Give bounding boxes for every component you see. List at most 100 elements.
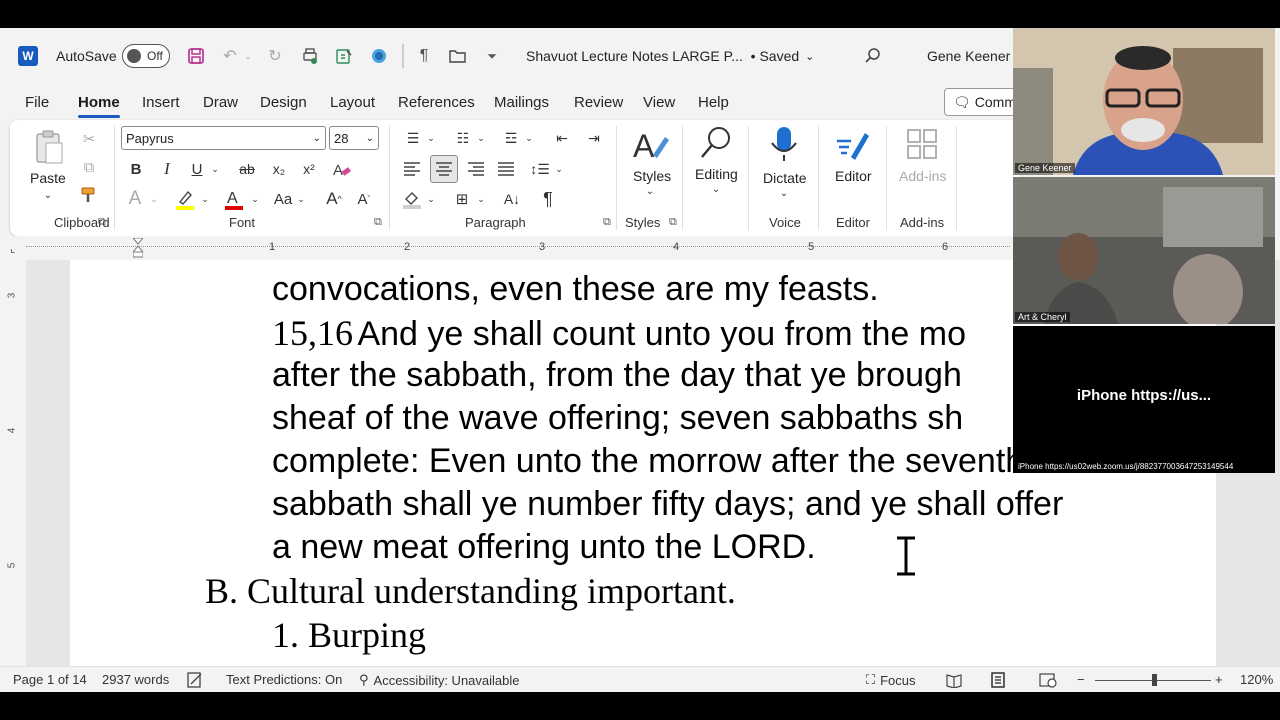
user-name[interactable]: Gene Keener (927, 28, 1010, 84)
zoom-out-icon[interactable]: − (1077, 672, 1085, 687)
bold-icon[interactable]: B (125, 157, 147, 181)
read-mode-icon[interactable] (946, 672, 962, 688)
accessibility-status[interactable]: ⚲ Accessibility: Unavailable (359, 672, 519, 688)
change-case-dropdown-icon[interactable]: ⌄ (296, 190, 306, 208)
italic-icon[interactable]: I (156, 157, 178, 181)
paragraph-marks-icon[interactable]: ¶ (536, 186, 560, 212)
text-effects-dropdown-icon[interactable]: ⌄ (149, 190, 159, 208)
underline-icon[interactable]: U (186, 157, 208, 181)
multilevel-dropdown-icon[interactable]: ⌄ (524, 129, 534, 147)
underline-dropdown-icon[interactable]: ⌄ (210, 160, 220, 178)
tab-mailings[interactable]: Mailings (494, 94, 549, 111)
proofing-icon[interactable] (187, 672, 203, 688)
vertical-ruler[interactable]: 3 4 5 (0, 260, 26, 666)
styles-icon[interactable]: A (630, 126, 672, 164)
clipboard-launcher-icon[interactable]: ⧉ (98, 216, 106, 229)
tab-draw[interactable]: Draw (203, 94, 238, 111)
zoom-slider-thumb[interactable] (1152, 674, 1157, 686)
bullets-dropdown-icon[interactable]: ⌄ (426, 129, 436, 147)
change-case-icon[interactable]: Aa (270, 186, 296, 212)
show-marks-icon[interactable]: ¶ (412, 44, 436, 68)
tab-review[interactable]: Review (574, 94, 623, 111)
styles-label[interactable]: Styles (633, 168, 671, 184)
editing-label[interactable]: Editing (695, 166, 738, 182)
paste-label[interactable]: Paste (30, 170, 66, 186)
video-tile-art-cheryl[interactable]: Art & Cheryl (1013, 177, 1275, 324)
subscript-icon[interactable]: x₂ (268, 157, 290, 181)
styles-launcher-icon[interactable]: ⧉ (669, 216, 677, 229)
video-tile-gene-keener[interactable]: Gene Keener (1013, 28, 1275, 175)
bullets-icon[interactable]: ☰ (400, 126, 426, 150)
open-folder-icon[interactable] (446, 44, 470, 68)
tab-selector-icon[interactable]: ⌞ (10, 242, 15, 255)
highlight-dropdown-icon[interactable]: ⌄ (200, 190, 210, 208)
tab-help[interactable]: Help (698, 94, 729, 111)
sort-icon[interactable]: A↓ (500, 186, 524, 212)
font-launcher-icon[interactable]: ⧉ (374, 216, 382, 229)
shading-icon[interactable] (400, 186, 424, 212)
zoom-level[interactable]: 120% (1240, 672, 1273, 687)
tab-layout[interactable]: Layout (330, 94, 375, 111)
copy-icon[interactable]: ⧉ (78, 156, 100, 178)
tab-file[interactable]: File (25, 94, 49, 111)
circle-addin-icon[interactable] (367, 44, 391, 68)
undo-dropdown-icon[interactable]: ⌄ (242, 44, 254, 68)
paste-dropdown-icon[interactable]: ⌄ (38, 188, 58, 202)
indent-marker-icon[interactable] (131, 237, 145, 258)
justify-icon[interactable] (494, 156, 518, 182)
undo-icon[interactable]: ↶ (218, 44, 242, 68)
paste-icon[interactable] (32, 128, 66, 166)
text-effects-icon[interactable]: A (123, 186, 147, 212)
editing-icon[interactable] (696, 124, 736, 162)
editing-dropdown-icon[interactable]: ⌄ (706, 182, 726, 196)
align-left-icon[interactable] (400, 156, 424, 182)
format-painter-icon[interactable] (78, 184, 100, 206)
numbering-icon[interactable]: ☷ (450, 126, 476, 150)
text-predictions-status[interactable]: Text Predictions: On (226, 672, 342, 687)
borders-icon[interactable]: ⊞ (450, 186, 474, 212)
line-spacing-icon[interactable]: ↕☰ (528, 156, 552, 182)
focus-button[interactable]: ⛶ Focus (866, 672, 916, 688)
dictate-label[interactable]: Dictate (763, 170, 807, 186)
borders-dropdown-icon[interactable]: ⌄ (476, 190, 486, 208)
decrease-indent-icon[interactable]: ⇤ (550, 126, 574, 150)
page-count[interactable]: Page 1 of 14 (13, 672, 87, 687)
align-center-icon[interactable] (430, 155, 458, 183)
tab-insert[interactable]: Insert (142, 94, 180, 111)
numbering-dropdown-icon[interactable]: ⌄ (476, 129, 486, 147)
print-layout-icon[interactable] (990, 672, 1006, 688)
video-tile-iphone[interactable]: iPhone https://us... iPhone https://us02… (1013, 326, 1275, 473)
tab-design[interactable]: Design (260, 94, 307, 111)
editor-icon[interactable] (832, 126, 872, 164)
autosave-toggle[interactable]: Off (122, 44, 170, 68)
editor-label[interactable]: Editor (835, 168, 872, 184)
print-preview-icon[interactable] (298, 44, 322, 68)
increase-indent-icon[interactable]: ⇥ (582, 126, 606, 150)
horizontal-ruler[interactable]: ⌞ 1 2 3 4 5 6 (0, 236, 1013, 260)
document-title[interactable]: Shavuot Lecture Notes LARGE P... • Saved… (526, 28, 814, 84)
styles-dropdown-icon[interactable]: ⌄ (640, 184, 660, 198)
highlight-icon[interactable] (173, 186, 197, 212)
paragraph-launcher-icon[interactable]: ⧉ (603, 216, 611, 229)
form-icon[interactable] (332, 44, 356, 68)
save-icon[interactable] (184, 44, 208, 68)
search-icon[interactable] (862, 44, 884, 68)
dictate-dropdown-icon[interactable]: ⌄ (774, 186, 794, 200)
multilevel-list-icon[interactable]: ☲ (498, 126, 524, 150)
shrink-font-icon[interactable]: Aˇ (352, 186, 376, 212)
font-name-combo[interactable]: Papyrus ⌄ (121, 126, 326, 150)
shading-dropdown-icon[interactable]: ⌄ (426, 190, 436, 208)
grow-font-icon[interactable]: A ^ (322, 186, 346, 212)
font-color-icon[interactable]: A (222, 186, 246, 212)
tab-home[interactable]: Home (78, 94, 120, 118)
zoom-in-icon[interactable]: + (1215, 672, 1223, 687)
addins-icon[interactable] (904, 126, 940, 162)
redo-icon[interactable]: ↻ (263, 44, 287, 68)
line-spacing-dropdown-icon[interactable]: ⌄ (554, 160, 564, 178)
font-color-dropdown-icon[interactable]: ⌄ (250, 190, 260, 208)
font-size-combo[interactable]: 28 ⌄ (329, 126, 379, 150)
cut-icon[interactable]: ✂ (78, 128, 100, 150)
comments-button[interactable]: 🗨 Comm (944, 88, 1024, 116)
microphone-icon[interactable] (766, 124, 802, 164)
web-layout-icon[interactable] (1039, 672, 1057, 688)
